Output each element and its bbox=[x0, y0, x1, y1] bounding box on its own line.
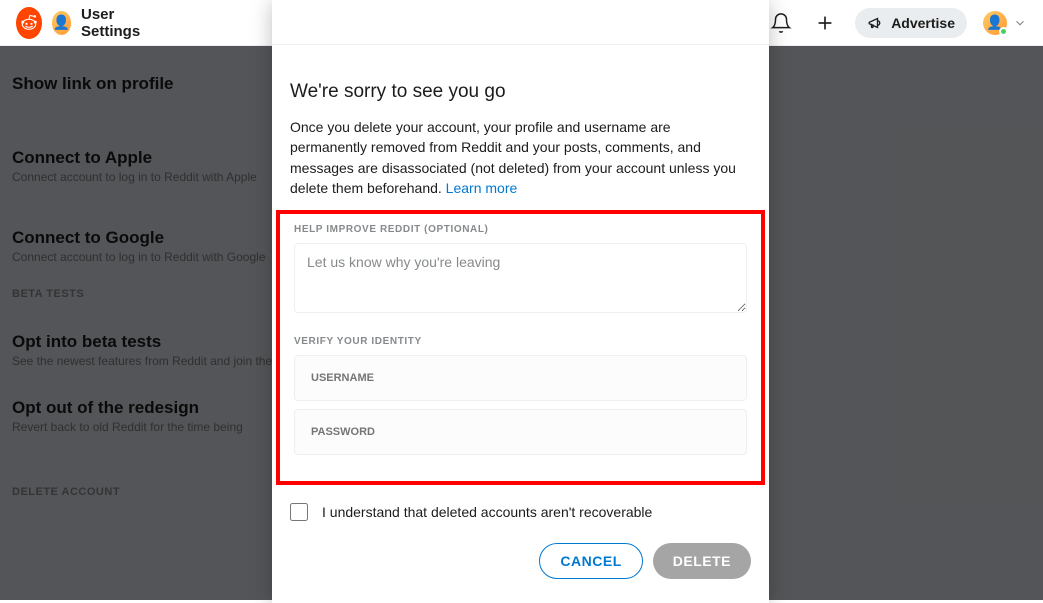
confirm-row: I understand that deleted accounts aren'… bbox=[272, 485, 769, 521]
verify-identity-label: VERIFY YOUR IDENTITY bbox=[294, 336, 747, 347]
megaphone-icon bbox=[867, 14, 885, 32]
password-field[interactable] bbox=[294, 409, 747, 455]
user-menu[interactable]: 👤 bbox=[983, 11, 1027, 35]
confirm-label[interactable]: I understand that deleted accounts aren'… bbox=[322, 504, 652, 520]
advertise-label: Advertise bbox=[891, 15, 955, 31]
username-field[interactable] bbox=[294, 355, 747, 401]
bell-icon[interactable] bbox=[767, 9, 795, 37]
modal-heading: We're sorry to see you go bbox=[290, 81, 751, 103]
password-input[interactable] bbox=[311, 426, 730, 438]
page-title: User Settings bbox=[81, 6, 159, 40]
reddit-logo-icon[interactable] bbox=[16, 7, 42, 39]
cancel-button[interactable]: CANCEL bbox=[539, 543, 642, 579]
delete-account-modal: We're sorry to see you go Once you delet… bbox=[272, 0, 769, 603]
modal-description: Once you delete your account, your profi… bbox=[290, 117, 751, 198]
highlighted-form-region: HELP IMPROVE REDDIT (OPTIONAL) VERIFY YO… bbox=[276, 210, 765, 485]
modal-button-row: CANCEL DELETE bbox=[272, 521, 769, 579]
confirm-checkbox[interactable] bbox=[290, 503, 308, 521]
plus-icon[interactable] bbox=[811, 9, 839, 37]
username-input[interactable] bbox=[311, 372, 730, 384]
leaving-reason-textarea[interactable] bbox=[294, 243, 747, 313]
learn-more-link[interactable]: Learn more bbox=[446, 180, 518, 196]
delete-button[interactable]: DELETE bbox=[653, 543, 751, 579]
user-avatar-icon: 👤 bbox=[983, 11, 1007, 35]
chevron-down-icon bbox=[1013, 16, 1027, 30]
community-avatar-icon: 👤 bbox=[52, 11, 71, 35]
advertise-button[interactable]: Advertise bbox=[855, 8, 967, 38]
help-improve-label: HELP IMPROVE REDDIT (OPTIONAL) bbox=[294, 224, 747, 235]
